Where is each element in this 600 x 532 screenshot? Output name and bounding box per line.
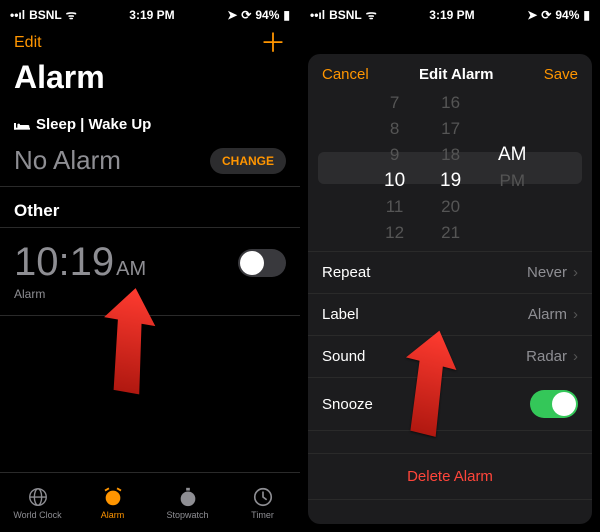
alarm-toggle[interactable] [238, 249, 286, 277]
sleep-section-header: Sleep | Wake Up [0, 106, 300, 139]
signal-icon: ••ıl [310, 8, 325, 22]
setting-key: Label [322, 306, 359, 323]
wifi-icon: ᯤ [366, 6, 377, 23]
battery-percent: 94% [255, 8, 279, 22]
tab-label: World Clock [13, 510, 61, 520]
tab-world-clock[interactable]: World Clock [0, 473, 75, 532]
repeat-row[interactable]: Repeat Never › [308, 251, 592, 294]
save-button[interactable]: Save [544, 66, 578, 83]
chevron-right-icon: › [573, 264, 578, 281]
alarm-sublabel: Alarm [0, 287, 300, 316]
tab-label: Stopwatch [166, 510, 208, 520]
carrier-label: BSNL [329, 8, 362, 22]
snooze-row: Snooze [308, 378, 592, 431]
chevron-right-icon: › [573, 306, 578, 323]
wifi-icon: ᯤ [66, 6, 77, 23]
tab-bar: World Clock Alarm Stopwatch Timer [0, 472, 300, 532]
signal-icon: ••ıl [10, 8, 25, 22]
globe-icon [27, 486, 49, 508]
location-icon: ➤ [527, 8, 537, 22]
sleep-label: Sleep | Wake Up [36, 116, 151, 133]
orientation-icon: ⟳ [241, 8, 251, 22]
status-time: 3:19 PM [429, 8, 474, 22]
change-button[interactable]: CHANGE [210, 148, 286, 174]
edit-alarm-modal: Cancel Edit Alarm Save 7 8 9 10 11 12 16… [308, 54, 592, 524]
page-title: Alarm [0, 59, 300, 106]
orientation-icon: ⟳ [541, 8, 551, 22]
location-icon: ➤ [227, 8, 237, 22]
battery-icon: ▮ [283, 8, 290, 22]
status-bar: ••ıl BSNL ᯤ 3:19 PM ➤ ⟳ 94% ▮ [300, 0, 600, 25]
alarm-time-value: 10:19 [14, 240, 114, 285]
bed-icon [14, 119, 30, 131]
setting-key: Repeat [322, 264, 370, 281]
carrier-label: BSNL [29, 8, 62, 22]
tab-timer[interactable]: Timer [225, 473, 300, 532]
sound-row[interactable]: Sound Radar › [308, 336, 592, 378]
setting-value: Radar [526, 348, 567, 365]
stopwatch-icon [177, 486, 199, 508]
battery-icon: ▮ [583, 8, 590, 22]
alarm-ampm: AM [116, 258, 146, 281]
setting-value: Alarm [528, 306, 567, 323]
status-time: 3:19 PM [129, 8, 174, 22]
picker-minutes-column[interactable]: 16 17 18 19 20 21 [440, 103, 461, 233]
no-alarm-label: No Alarm [14, 145, 121, 176]
timer-icon [252, 486, 274, 508]
tab-alarm[interactable]: Alarm [75, 473, 150, 532]
alarm-row[interactable]: 10:19 AM [0, 228, 300, 287]
add-alarm-button[interactable]: ＋ [260, 33, 286, 53]
phone-alarm-list: ••ıl BSNL ᯤ 3:19 PM ➤ ⟳ 94% ▮ Edit ＋ Alarm Sl… [0, 0, 300, 532]
phone-edit-alarm: ••ıl BSNL ᯤ 3:19 PM ➤ ⟳ 94% ▮ Cancel Edit Ala… [300, 0, 600, 532]
label-row[interactable]: Label Alarm › [308, 294, 592, 336]
modal-title: Edit Alarm [419, 66, 493, 83]
other-header: Other [0, 187, 300, 228]
battery-percent: 94% [555, 8, 579, 22]
picker-hours-column[interactable]: 7 8 9 10 11 12 [384, 103, 405, 233]
settings-list: Repeat Never› Label Alarm› Sound Radar› … [308, 251, 592, 431]
tab-stopwatch[interactable]: Stopwatch [150, 473, 225, 532]
edit-button[interactable]: Edit [14, 34, 42, 52]
delete-alarm-button[interactable]: Delete Alarm [308, 453, 592, 500]
setting-key: Sound [322, 348, 365, 365]
alarm-icon [102, 486, 124, 508]
snooze-toggle[interactable] [530, 390, 578, 418]
cancel-button[interactable]: Cancel [322, 66, 369, 83]
tab-label: Timer [251, 510, 274, 520]
picker-ampm-column[interactable]: AM PM [498, 103, 527, 233]
setting-value: Never [527, 264, 567, 281]
chevron-right-icon: › [573, 348, 578, 365]
setting-key: Snooze [322, 396, 373, 413]
tab-label: Alarm [101, 510, 125, 520]
time-picker[interactable]: 7 8 9 10 11 12 16 17 18 19 20 21 AM [308, 95, 592, 247]
status-bar: ••ıl BSNL ᯤ 3:19 PM ➤ ⟳ 94% ▮ [0, 0, 300, 25]
